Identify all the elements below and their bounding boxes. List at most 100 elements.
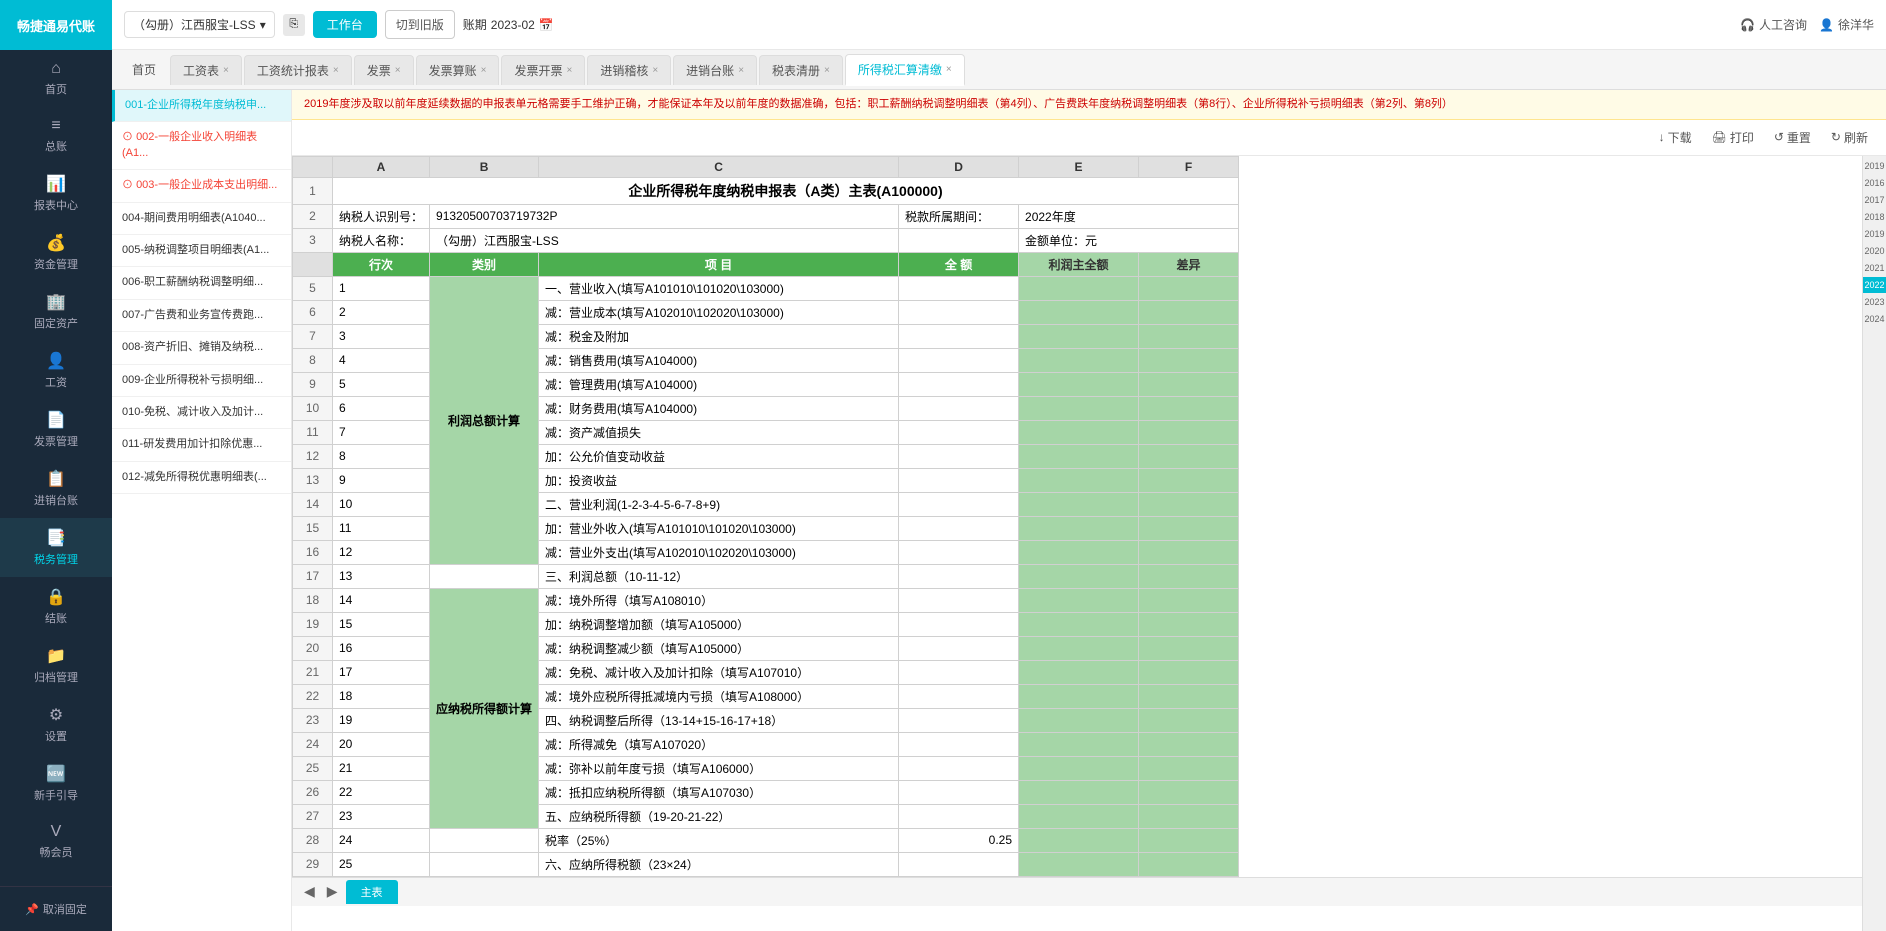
col-rownum-header: 行次 — [333, 252, 430, 276]
user-profile[interactable]: 👤 徐洋华 — [1819, 16, 1874, 33]
timeline-2019-top[interactable]: 2019 — [1863, 158, 1886, 174]
tab-salary[interactable]: 工资表 × — [170, 55, 242, 85]
company-name: （勾册）江西服宝-LSS — [133, 16, 256, 33]
timeline-2018[interactable]: 2018 — [1863, 209, 1886, 225]
timeline-2024[interactable]: 2024 — [1863, 311, 1886, 327]
sidebar-item-ledger[interactable]: ≡ 总账 — [0, 107, 112, 164]
table-row: 17 13 三、利润总额（10-11-12） — [293, 564, 1239, 588]
col-header-a: A — [333, 156, 430, 177]
sidebar-item-member[interactable]: V 畅会员 — [0, 813, 112, 870]
content-area: 001-企业所得税年度纳税申... 002-一般企业收入明细表(A1... 00… — [112, 90, 1886, 931]
tab-sales-check[interactable]: 进销稽核 × — [587, 55, 671, 85]
tab-tax-form[interactable]: 税表清册 × — [759, 55, 843, 85]
col-header-b: B — [430, 156, 539, 177]
unpin-button[interactable]: 📌 取消固定 — [0, 895, 112, 923]
tab-invoice-open[interactable]: 发票开票 × — [501, 55, 585, 85]
sheet-nav-left[interactable]: ◀ — [300, 881, 319, 902]
refresh-button[interactable]: ↻ 刷新 — [1825, 126, 1874, 149]
timeline-2020[interactable]: 2020 — [1863, 243, 1886, 259]
close-icon[interactable]: × — [652, 65, 658, 76]
sidebar-item-assets[interactable]: 🏢 固定资产 — [0, 282, 112, 341]
sidebar-item-sales[interactable]: 📋 进销台账 — [0, 459, 112, 518]
tab-sales-ledger[interactable]: 进销台账 × — [673, 55, 757, 85]
left-panel-item-006[interactable]: 006-职工薪酬纳税调整明细... — [112, 267, 291, 299]
left-panel-item-007[interactable]: 007-广告费和业务宣传费跑... — [112, 300, 291, 332]
left-panel-item-010[interactable]: 010-免税、减计收入及加计... — [112, 397, 291, 429]
print-button[interactable]: 🖨 打印 — [1706, 126, 1760, 149]
left-panel-item-001[interactable]: 001-企业所得税年度纳税申... — [112, 90, 291, 122]
left-panel-item-012[interactable]: 012-减免所得税优惠明细表(... — [112, 462, 291, 494]
sidebar-item-label: 税务管理 — [34, 551, 78, 567]
sidebar-item-label: 结账 — [45, 610, 67, 626]
sidebar-item-label: 新手引导 — [34, 787, 78, 803]
sidebar-item-close[interactable]: 🔒 结账 — [0, 577, 112, 636]
sidebar-item-tax[interactable]: 📑 税务管理 — [0, 518, 112, 577]
sidebar-item-home[interactable]: ⌂ 首页 — [0, 50, 112, 107]
timeline-2016[interactable]: 2016 — [1863, 175, 1886, 191]
settings-icon: ⚙ — [49, 705, 63, 725]
timeline-2017[interactable]: 2017 — [1863, 192, 1886, 208]
reset-button[interactable]: ↺ 重置 — [1768, 126, 1817, 149]
tab-salary-report[interactable]: 工资统计报表 × — [244, 55, 352, 85]
print-icon: 🖨 — [1712, 130, 1727, 144]
copy-icon[interactable]: ⎘ — [283, 14, 305, 36]
company-selector[interactable]: （勾册）江西服宝-LSS ▾ — [124, 11, 275, 38]
close-icon[interactable]: × — [223, 65, 229, 76]
left-panel-item-009[interactable]: 009-企业所得税补亏损明细... — [112, 365, 291, 397]
assets-icon: 🏢 — [46, 292, 66, 312]
left-panel-item-003[interactable]: 003-一般企业成本支出明细... — [112, 170, 291, 202]
sidebar-item-label: 设置 — [45, 728, 67, 744]
close-icon[interactable]: × — [946, 64, 952, 75]
timeline-2021[interactable]: 2021 — [1863, 260, 1886, 276]
workbench-button[interactable]: 工作台 — [313, 11, 377, 38]
sidebar-item-guide[interactable]: 🆕 新手引导 — [0, 754, 112, 813]
sidebar-item-invoice[interactable]: 📄 发票管理 — [0, 400, 112, 459]
spreadsheet-wrapper: A B C D E F 1 企业所 — [292, 156, 1886, 931]
report-title: 企业所得税年度纳税申报表（A类）主表(A100000) — [333, 177, 1239, 204]
left-panel-item-008[interactable]: 008-资产折旧、摊销及纳税... — [112, 332, 291, 364]
tab-home[interactable]: 首页 — [120, 55, 168, 84]
download-button[interactable]: ↓ 下载 — [1653, 126, 1698, 149]
left-panel-item-004[interactable]: 004-期间费用明细表(A1040... — [112, 203, 291, 235]
invoice-icon: 📄 — [46, 410, 66, 430]
close-icon[interactable]: × — [333, 65, 339, 76]
close-icon[interactable]: × — [566, 65, 572, 76]
left-panel-item-005[interactable]: 005-纳税调整项目明细表(A1... — [112, 235, 291, 267]
sheet-tab-main[interactable]: 主表 — [346, 880, 398, 904]
guide-icon: 🆕 — [46, 764, 66, 784]
sidebar-item-report[interactable]: 📊 报表中心 — [0, 164, 112, 223]
close-icon[interactable]: × — [481, 65, 487, 76]
refresh-icon: ↻ — [1831, 130, 1841, 144]
sidebar-item-label: 进销台账 — [34, 492, 78, 508]
timeline-2022[interactable]: 2022 — [1863, 277, 1886, 293]
ai-assistant[interactable]: 🎧 人工咨询 — [1740, 16, 1807, 33]
sidebar-item-capital[interactable]: 💰 资金管理 — [0, 223, 112, 282]
sheet-nav-right[interactable]: ▶ — [323, 881, 342, 902]
table-row: 28 24 税率（25%） 0.25 — [293, 828, 1239, 852]
col-header-c: C — [539, 156, 899, 177]
sidebar-item-settings[interactable]: ⚙ 设置 — [0, 695, 112, 754]
table-row: 5 1 利润总额计算 一、营业收入(填写A101010\101020\10300… — [293, 276, 1239, 300]
left-panel-item-011[interactable]: 011-研发费用加计扣除优惠... — [112, 429, 291, 461]
sidebar-item-archive[interactable]: 📁 归档管理 — [0, 636, 112, 695]
salary-icon: 👤 — [46, 351, 66, 371]
calendar-icon[interactable]: 📅 — [539, 18, 554, 32]
close-icon[interactable]: × — [395, 65, 401, 76]
cutdate-button[interactable]: 切到旧版 — [385, 10, 455, 39]
spreadsheet-container[interactable]: A B C D E F 1 企业所 — [292, 156, 1862, 931]
timeline-2019[interactable]: 2019 — [1863, 226, 1886, 242]
sidebar-item-label: 报表中心 — [34, 197, 78, 213]
tab-income-tax[interactable]: 所得税汇算清缴 × — [845, 54, 965, 86]
table-row: 1 企业所得税年度纳税申报表（A类）主表(A100000) — [293, 177, 1239, 204]
col-profit-header: 利润主全额 — [1019, 252, 1139, 276]
tab-invoice[interactable]: 发票 × — [354, 55, 414, 85]
row-number: 1 — [293, 177, 333, 204]
tab-invoice-calc[interactable]: 发票算账 × — [416, 55, 500, 85]
close-icon[interactable]: × — [738, 65, 744, 76]
timeline-2023[interactable]: 2023 — [1863, 294, 1886, 310]
download-icon: ↓ — [1659, 130, 1665, 144]
taxpayer-id-label: 纳税人识别号： — [333, 204, 430, 228]
close-icon[interactable]: × — [824, 65, 830, 76]
left-panel-item-002[interactable]: 002-一般企业收入明细表(A1... — [112, 122, 291, 170]
sidebar-item-salary[interactable]: 👤 工资 — [0, 341, 112, 400]
